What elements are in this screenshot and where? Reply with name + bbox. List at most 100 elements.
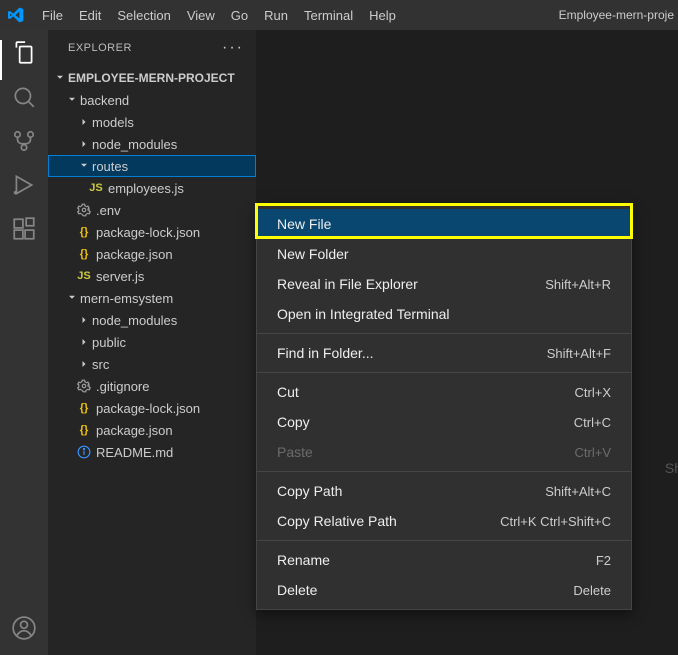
file-employees-js[interactable]: JS employees.js bbox=[48, 177, 256, 199]
ctx-item-label: Find in Folder... bbox=[277, 345, 374, 361]
folder-backend[interactable]: backend bbox=[48, 89, 256, 111]
folder-node-modules[interactable]: node_modules bbox=[48, 309, 256, 331]
chevron-down-icon bbox=[64, 92, 80, 108]
ctx-item-shortcut: Shift+Alt+R bbox=[545, 277, 611, 292]
menu-run[interactable]: Run bbox=[256, 4, 296, 27]
folder-node-modules[interactable]: node_modules bbox=[48, 133, 256, 155]
folder-src[interactable]: src bbox=[48, 353, 256, 375]
context-menu-separator bbox=[257, 372, 631, 373]
menu-go[interactable]: Go bbox=[223, 4, 256, 27]
ctx-copy-relative-path[interactable]: Copy Relative PathCtrl+K Ctrl+Shift+C bbox=[257, 506, 631, 536]
json-file-icon: {} bbox=[76, 400, 92, 416]
ctx-item-label: Copy Path bbox=[277, 483, 342, 499]
menu-view[interactable]: View bbox=[179, 4, 223, 27]
extensions-icon[interactable] bbox=[11, 216, 37, 242]
ctx-copy-path[interactable]: Copy Path Shift+Alt+C bbox=[257, 476, 631, 506]
ctx-item-shortcut: Ctrl+K Ctrl+Shift+C bbox=[500, 514, 611, 529]
tree-item-label: package-lock.json bbox=[96, 401, 200, 416]
gear-icon bbox=[76, 202, 92, 218]
ctx-item-label: Reveal in File Explorer bbox=[277, 276, 418, 292]
ctx-item-shortcut: Shift+Alt+F bbox=[547, 346, 611, 361]
ctx-item-label: New File bbox=[277, 216, 331, 232]
ctx-find-in-folder[interactable]: Find in Folder... Shift+Alt+F bbox=[257, 338, 631, 368]
file-package-json[interactable]: {} package.json bbox=[48, 243, 256, 265]
info-icon bbox=[76, 444, 92, 460]
chevron-right-icon bbox=[76, 356, 92, 372]
tree-item-label: src bbox=[92, 357, 109, 372]
hint-text: Sh bbox=[665, 460, 678, 476]
chevron-right-icon bbox=[76, 114, 92, 130]
folder-public[interactable]: public bbox=[48, 331, 256, 353]
more-actions-icon[interactable]: ··· bbox=[222, 39, 244, 57]
tree-item-label: node_modules bbox=[92, 137, 177, 152]
tree-item-label: public bbox=[92, 335, 126, 350]
folder-routes[interactable]: routes bbox=[48, 155, 256, 177]
activitybar bbox=[0, 30, 48, 655]
ctx-new-folder[interactable]: New Folder bbox=[257, 239, 631, 269]
chevron-right-icon bbox=[76, 136, 92, 152]
ctx-rename[interactable]: RenameF2 bbox=[257, 545, 631, 575]
accounts-icon[interactable] bbox=[11, 615, 37, 641]
menu-file[interactable]: File bbox=[34, 4, 71, 27]
ctx-item-shortcut: F2 bbox=[596, 553, 611, 568]
ctx-open-in-integrated-terminal[interactable]: Open in Integrated Terminal bbox=[257, 299, 631, 329]
js-file-icon: JS bbox=[88, 180, 104, 196]
chevron-right-icon bbox=[76, 312, 92, 328]
ctx-delete[interactable]: Delete Delete bbox=[257, 575, 631, 605]
tree-item-label: models bbox=[92, 115, 134, 130]
chevron-right-icon bbox=[76, 334, 92, 350]
file-package-lock[interactable]: {} package-lock.json bbox=[48, 397, 256, 419]
ctx-item-label: Paste bbox=[277, 444, 313, 460]
ctx-item-shortcut: Ctrl+X bbox=[575, 385, 611, 400]
menu-edit[interactable]: Edit bbox=[71, 4, 109, 27]
explorer-icon[interactable] bbox=[11, 40, 37, 66]
search-icon[interactable] bbox=[11, 84, 37, 110]
gear-icon bbox=[76, 378, 92, 394]
chevron-down-icon bbox=[64, 290, 80, 306]
ctx-item-shortcut: Shift+Alt+C bbox=[545, 484, 611, 499]
ctx-paste: Paste Ctrl+V bbox=[257, 437, 631, 467]
ctx-item-label: Cut bbox=[277, 384, 299, 400]
file-package-lock[interactable]: {} package-lock.json bbox=[48, 221, 256, 243]
file-env[interactable]: .env bbox=[48, 199, 256, 221]
ctx-item-shortcut: Ctrl+V bbox=[575, 445, 611, 460]
context-menu-separator bbox=[257, 471, 631, 472]
sidebar: EXPLORER ··· EMPLOYEE-MERN-PROJECT backe… bbox=[48, 30, 256, 655]
context-menu-separator bbox=[257, 333, 631, 334]
vscode-logo-icon bbox=[8, 7, 24, 23]
json-file-icon: {} bbox=[76, 224, 92, 240]
tree-item-label: .env bbox=[96, 203, 121, 218]
ctx-item-label: Open in Integrated Terminal bbox=[277, 306, 450, 322]
file-server-js[interactable]: JS server.js bbox=[48, 265, 256, 287]
tree-item-label: package.json bbox=[96, 247, 173, 262]
source-control-icon[interactable] bbox=[11, 128, 37, 154]
folder-models[interactable]: models bbox=[48, 111, 256, 133]
folder-mern-emsystem[interactable]: mern-emsystem bbox=[48, 287, 256, 309]
chevron-down-icon bbox=[52, 70, 68, 86]
chevron-down-icon bbox=[76, 158, 92, 174]
sidebar-header: EXPLORER ··· bbox=[48, 30, 256, 65]
run-debug-icon[interactable] bbox=[11, 172, 37, 198]
menu-selection[interactable]: Selection bbox=[109, 4, 178, 27]
activity-active-indicator bbox=[0, 40, 2, 80]
tree-item-label: package-lock.json bbox=[96, 225, 200, 240]
tree-item-label: .gitignore bbox=[96, 379, 149, 394]
file-tree: EMPLOYEE-MERN-PROJECT backend models nod… bbox=[48, 65, 256, 655]
tree-item-label: node_modules bbox=[92, 313, 177, 328]
menu-help[interactable]: Help bbox=[361, 4, 404, 27]
tree-item-label: package.json bbox=[96, 423, 173, 438]
ctx-cut[interactable]: Cut Ctrl+X bbox=[257, 377, 631, 407]
tree-root[interactable]: EMPLOYEE-MERN-PROJECT bbox=[48, 67, 256, 89]
file-readme[interactable]: README.md bbox=[48, 441, 256, 463]
ctx-item-shortcut: Delete bbox=[573, 583, 611, 598]
ctx-item-label: Delete bbox=[277, 582, 317, 598]
file-package-json[interactable]: {} package.json bbox=[48, 419, 256, 441]
ctx-new-file[interactable]: New File bbox=[257, 209, 631, 239]
ctx-copy[interactable]: CopyCtrl+C bbox=[257, 407, 631, 437]
tree-item-label: backend bbox=[80, 93, 129, 108]
ctx-reveal-in-file-explorer[interactable]: Reveal in File Explorer Shift+Alt+R bbox=[257, 269, 631, 299]
js-file-icon: JS bbox=[76, 268, 92, 284]
file-gitignore[interactable]: .gitignore bbox=[48, 375, 256, 397]
menu-terminal[interactable]: Terminal bbox=[296, 4, 361, 27]
json-file-icon: {} bbox=[76, 246, 92, 262]
